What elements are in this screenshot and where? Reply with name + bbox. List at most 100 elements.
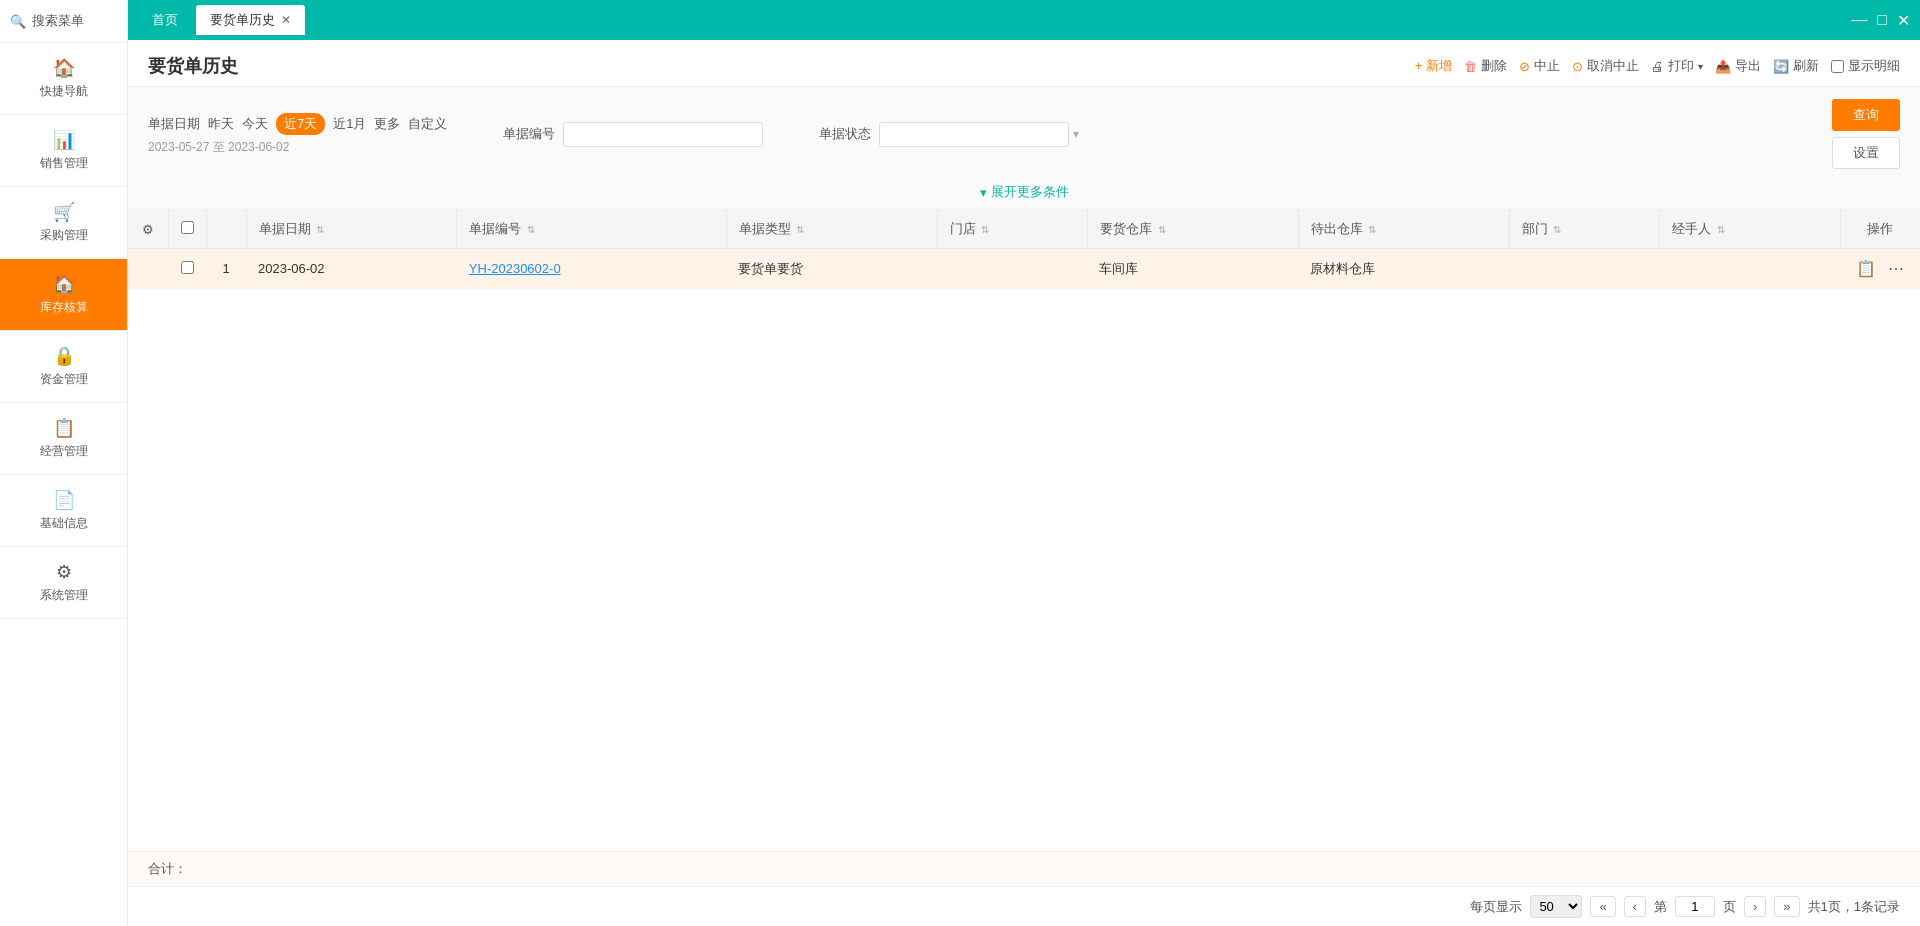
status-input[interactable] [879, 122, 1069, 147]
col-doc-type-label: 单据类型 [739, 221, 791, 236]
sidebar-item-finance[interactable]: 🔒 资金管理 [0, 331, 127, 403]
delete-label: 删除 [1481, 57, 1507, 75]
stop-button[interactable]: ⊘ 中止 [1519, 57, 1560, 75]
expand-more-label: 展开更多条件 [991, 183, 1069, 201]
main-area: 首页 要货单历史 ✕ — □ ✕ 要货单历史 + 新增 🗑 删除 [128, 0, 1920, 926]
per-page-select[interactable]: 10 20 50 100 [1530, 895, 1582, 918]
print-button[interactable]: 🖨 打印 ▾ [1651, 57, 1703, 75]
sort-handler-icon[interactable]: ⇅ [1717, 224, 1725, 235]
col-doc-date-label: 单据日期 [259, 221, 311, 236]
row-edit-button[interactable]: 📋 [1852, 257, 1880, 280]
export-button[interactable]: 📤 导出 [1715, 57, 1761, 75]
tab-requisition-history-label: 要货单历史 [210, 11, 275, 29]
date-shortcut-7days[interactable]: 近7天 [276, 113, 325, 135]
next-page-button[interactable]: › [1744, 896, 1766, 917]
sidebar-item-quick-nav[interactable]: 🏠 快捷导航 [0, 43, 127, 115]
col-doc-date[interactable]: 单据日期 ⇅ [246, 210, 457, 249]
row-department [1509, 249, 1659, 289]
col-department[interactable]: 部门 ⇅ [1509, 210, 1659, 249]
col-pending-warehouse[interactable]: 待出仓库 ⇅ [1298, 210, 1509, 249]
row-req-warehouse: 车间库 [1087, 249, 1298, 289]
sort-req-warehouse-icon[interactable]: ⇅ [1158, 224, 1166, 235]
tab-requisition-history[interactable]: 要货单历史 ✕ [196, 5, 305, 35]
row-more-button[interactable]: ⋯ [1884, 257, 1908, 280]
col-req-warehouse[interactable]: 要货仓库 ⇅ [1087, 210, 1298, 249]
col-checkbox[interactable] [168, 210, 206, 249]
sort-store-icon[interactable]: ⇅ [981, 224, 989, 235]
delete-icon: 🗑 [1464, 59, 1477, 74]
col-doc-no-label: 单据编号 [469, 221, 521, 236]
row-checkbox[interactable] [168, 249, 206, 289]
row-actions: 📋 ⋯ [1840, 249, 1920, 289]
new-label: + 新增 [1415, 57, 1452, 75]
sidebar-item-label: 采购管理 [40, 227, 88, 244]
date-shortcut-more[interactable]: 更多 [374, 115, 400, 133]
close-button[interactable]: ✕ [1897, 11, 1910, 30]
col-doc-type[interactable]: 单据类型 ⇅ [726, 210, 937, 249]
expand-more-button[interactable]: ▾ 展开更多条件 [980, 183, 1069, 201]
col-settings[interactable]: ⚙ [128, 210, 168, 249]
sidebar-search[interactable]: 🔍 搜索菜单 [0, 0, 127, 43]
query-button[interactable]: 查询 [1832, 99, 1900, 131]
sidebar-item-inventory[interactable]: 🏠 库存核算 [0, 259, 127, 331]
maximize-button[interactable]: □ [1877, 11, 1887, 29]
doc-no-filter-group: 单据编号 [503, 122, 763, 147]
new-button[interactable]: + 新增 [1415, 57, 1452, 75]
sidebar-item-sales[interactable]: 📊 销售管理 [0, 115, 127, 187]
sidebar-search-label: 搜索菜单 [32, 12, 84, 30]
display-detail-checkbox[interactable] [1831, 60, 1844, 73]
row-store [937, 249, 1087, 289]
select-all-checkbox[interactable] [181, 221, 194, 234]
sidebar-item-basic-info[interactable]: 📄 基础信息 [0, 475, 127, 547]
date-shortcut-yesterday[interactable]: 昨天 [208, 115, 234, 133]
sort-doc-type-icon[interactable]: ⇅ [796, 224, 804, 235]
sort-doc-date-icon[interactable]: ⇅ [316, 224, 324, 235]
last-page-button[interactable]: » [1774, 896, 1799, 917]
date-shortcut-today[interactable]: 今天 [242, 115, 268, 133]
display-detail-toggle[interactable]: 显示明细 [1831, 57, 1900, 75]
col-handler[interactable]: 经手人 ⇅ [1659, 210, 1840, 249]
col-handler-label: 经手人 [1672, 221, 1711, 236]
filter-row-1: 单据日期 昨天 今天 近7天 近1月 更多 自定义 2023-05-27 至 2… [148, 99, 1900, 169]
first-page-button[interactable]: « [1590, 896, 1615, 917]
cancel-stop-button[interactable]: ⊙ 取消中止 [1572, 57, 1639, 75]
sort-department-icon[interactable]: ⇅ [1553, 224, 1561, 235]
date-shortcut-1month[interactable]: 近1月 [333, 115, 366, 133]
col-store[interactable]: 门店 ⇅ [937, 210, 1087, 249]
row-select-checkbox[interactable] [181, 261, 194, 274]
row-settings [128, 249, 168, 289]
print-label: 打印 [1668, 57, 1694, 75]
toolbar: + 新增 🗑 删除 ⊘ 中止 ⊙ 取消中止 🖨 打印 ▾ [1415, 57, 1900, 75]
date-range-text: 2023-05-27 至 2023-06-02 [148, 139, 289, 156]
sidebar-item-label: 系统管理 [40, 587, 88, 604]
settings-button[interactable]: 设置 [1832, 137, 1900, 169]
sort-pending-warehouse-icon[interactable]: ⇅ [1368, 224, 1376, 235]
sidebar-item-purchase[interactable]: 🛒 采购管理 [0, 187, 127, 259]
page-input[interactable] [1675, 896, 1715, 917]
sidebar-item-operation[interactable]: 📋 经营管理 [0, 403, 127, 475]
col-store-label: 门店 [950, 221, 976, 236]
search-icon: 🔍 [10, 14, 26, 29]
delete-button[interactable]: 🗑 删除 [1464, 57, 1507, 75]
per-page-label: 每页显示 [1470, 898, 1522, 916]
gear-icon: ⚙ [56, 561, 72, 583]
sort-doc-no-icon[interactable]: ⇅ [527, 224, 535, 235]
data-table: ⚙ 单据日期 ⇅ 单据编号 ⇅ 单据类型 ⇅ [128, 210, 1920, 289]
col-req-warehouse-label: 要货仓库 [1100, 221, 1152, 236]
row-doc-no[interactable]: YH-20230602-0 [457, 249, 726, 289]
content-area: 要货单历史 + 新增 🗑 删除 ⊘ 中止 ⊙ 取消中止 🖨 [128, 40, 1920, 926]
col-num [206, 210, 246, 249]
table-row: 1 2023-06-02 YH-20230602-0 要货单要货 车间库 原材料… [128, 249, 1920, 289]
col-action-label: 操作 [1867, 221, 1893, 236]
prev-page-button[interactable]: ‹ [1624, 896, 1646, 917]
tab-home[interactable]: 首页 [138, 5, 192, 35]
status-dropdown-icon[interactable]: ▾ [1073, 127, 1079, 141]
sidebar-item-system[interactable]: ⚙ 系统管理 [0, 547, 127, 619]
refresh-button[interactable]: 🔄 刷新 [1773, 57, 1819, 75]
minimize-button[interactable]: — [1851, 11, 1867, 29]
doc-no-input[interactable] [563, 122, 763, 147]
export-label: 导出 [1735, 57, 1761, 75]
close-tab-icon[interactable]: ✕ [281, 13, 291, 27]
col-doc-no[interactable]: 单据编号 ⇅ [457, 210, 726, 249]
date-shortcut-custom[interactable]: 自定义 [408, 115, 447, 133]
